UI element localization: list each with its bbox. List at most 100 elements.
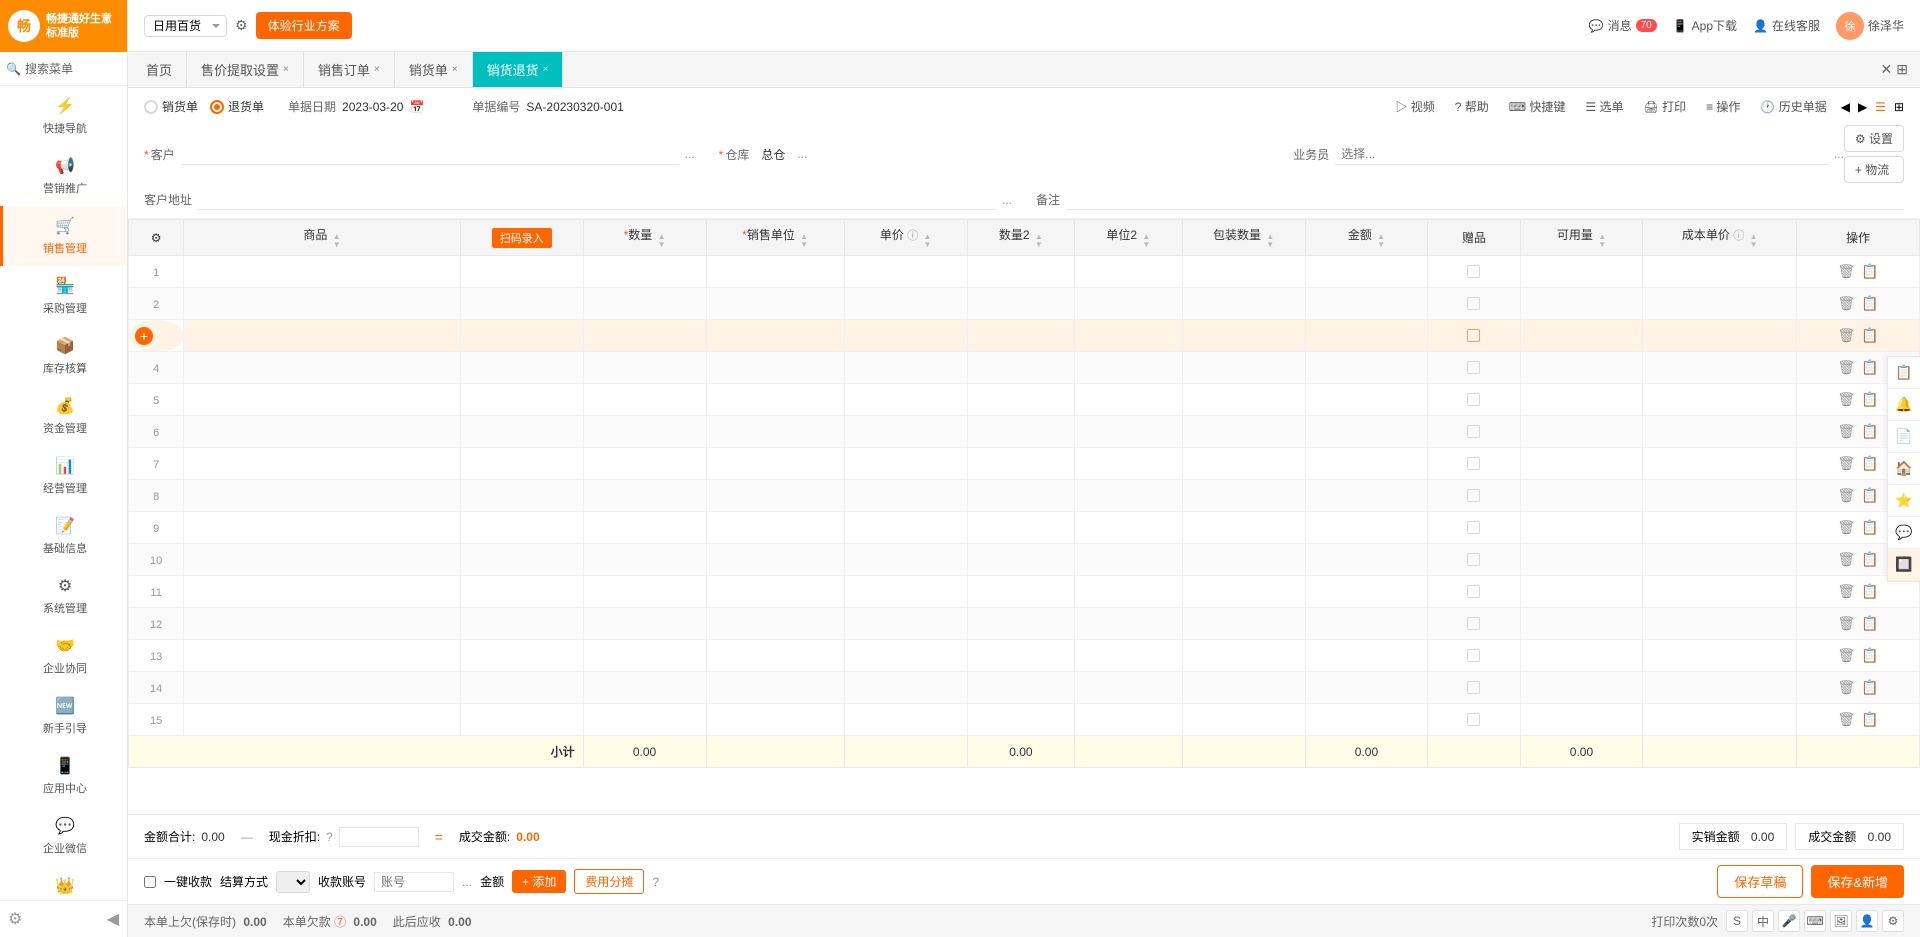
col-qty[interactable]: *数量 ▲▼ — [583, 220, 706, 256]
right-toolbar-item-6[interactable]: 💬 — [1888, 517, 1920, 549]
tab-returns-close[interactable]: × — [543, 64, 549, 75]
message-item[interactable]: 💬 消息 70 — [1589, 17, 1657, 34]
delete-row-14[interactable]: 🗑 — [1837, 679, 1855, 696]
sidebar-item-inventory[interactable]: 📦 库存核算 — [0, 326, 127, 386]
discount-input[interactable] — [339, 827, 419, 847]
bottom-icon-1[interactable]: S — [1726, 910, 1748, 932]
sidebar-item-shortcut[interactable]: ⚡ 快捷导航 — [0, 86, 127, 146]
setting-button[interactable]: ⚙ 设置 — [1844, 125, 1904, 152]
col-unit2[interactable]: 单位2 ▲▼ — [1075, 220, 1183, 256]
delete-row-5[interactable]: 🗑 — [1837, 391, 1855, 408]
copy-row-9[interactable]: 📋 — [1861, 519, 1878, 536]
fee-split-btn[interactable]: 费用分摊 — [574, 869, 644, 894]
col-cost-price[interactable]: 成本单价 ⓘ ▲▼ — [1643, 220, 1797, 256]
grid-view-icon[interactable]: ⊞ — [1894, 100, 1904, 114]
tab-home[interactable]: 首页 — [132, 52, 187, 87]
gift-checkbox-15[interactable] — [1467, 713, 1480, 726]
gift-checkbox-4[interactable] — [1467, 361, 1480, 374]
bottom-icon-7[interactable]: ⚙ — [1882, 910, 1904, 932]
sidebar-item-apps[interactable]: 📱 应用中心 — [0, 746, 127, 806]
sidebar-item-marketing[interactable]: 📢 营销推广 — [0, 146, 127, 206]
settings-icon[interactable]: ⚙ — [8, 909, 22, 929]
copy-row-15[interactable]: 📋 — [1861, 711, 1878, 728]
bottom-icon-4[interactable]: ⌨ — [1804, 910, 1826, 932]
calc-method-select[interactable] — [276, 871, 310, 893]
copy-row-12[interactable]: 📋 — [1861, 615, 1878, 632]
bottom-icon-5[interactable]: 🖼 — [1830, 910, 1852, 932]
bottom-icon-6[interactable]: 👤 — [1856, 910, 1878, 932]
next-icon[interactable]: ▶ — [1858, 100, 1867, 114]
delete-row-1[interactable]: 🗑 — [1837, 263, 1855, 280]
copy-row-1[interactable]: 📋 — [1861, 263, 1878, 280]
copy-row-13[interactable]: 📋 — [1861, 647, 1878, 664]
delete-row-10[interactable]: 🗑 — [1837, 551, 1855, 568]
address-input[interactable] — [198, 189, 996, 210]
save-new-button[interactable]: 保存&新增 — [1811, 865, 1904, 898]
collapse-icon[interactable]: ◀ — [107, 909, 119, 929]
sidebar-item-wechat[interactable]: 💬 企业微信 — [0, 806, 127, 866]
copy-row-7[interactable]: 📋 — [1861, 455, 1878, 472]
col-amount[interactable]: 金额 ▲▼ — [1305, 220, 1428, 256]
tab-sales[interactable]: 销货单 × — [395, 52, 473, 87]
copy-row-11[interactable]: 📋 — [1861, 583, 1878, 600]
col-gift[interactable]: 赠品 — [1428, 220, 1520, 256]
maximize-tab-icon[interactable]: ⊞ — [1896, 61, 1908, 78]
note-input[interactable] — [1066, 189, 1904, 210]
right-toolbar-item-1[interactable]: 📋 — [1888, 357, 1920, 389]
right-toolbar-item-3[interactable]: 📄 — [1888, 421, 1920, 453]
tab-sales-order-close[interactable]: × — [374, 64, 380, 75]
sidebar-item-operations[interactable]: 📊 经营管理 — [0, 446, 127, 506]
gift-checkbox-14[interactable] — [1467, 681, 1480, 694]
col-product[interactable]: 商品 ▲▼ — [184, 220, 460, 256]
bottom-icon-2[interactable]: 中 — [1752, 910, 1774, 932]
radio-sales[interactable]: 销货单 — [144, 98, 198, 115]
copy-row-14[interactable]: 📋 — [1861, 679, 1878, 696]
print-btn[interactable]: 🖨 打印 — [1638, 96, 1693, 117]
tab-price-setting-close[interactable]: × — [283, 64, 289, 75]
scan-btn[interactable]: 扫码录入 — [492, 228, 552, 248]
tab-sales-close[interactable]: × — [452, 64, 458, 75]
right-toolbar-item-7[interactable]: 🔲 — [1888, 549, 1920, 581]
gift-checkbox-11[interactable] — [1467, 585, 1480, 598]
delete-row-13[interactable]: 🗑 — [1837, 647, 1855, 664]
col-sales-unit[interactable]: *销售单位 ▲▼ — [706, 220, 844, 256]
online-service-item[interactable]: 👤 在线客服 — [1753, 17, 1820, 34]
copy-row-10[interactable]: 📋 — [1861, 551, 1878, 568]
experience-button[interactable]: 体验行业方案 — [256, 12, 352, 39]
sidebar-item-enterprise[interactable]: 🤝 企业协同 — [0, 626, 127, 686]
user-item[interactable]: 徐 徐泽华 — [1836, 12, 1904, 40]
bottom-icon-3[interactable]: 🎤 — [1778, 910, 1800, 932]
sidebar-item-guide[interactable]: 🆕 新手引导 — [0, 686, 127, 746]
customer-input[interactable] — [181, 144, 679, 165]
history-btn[interactable]: 🕐 历史单据 — [1754, 96, 1832, 117]
gift-checkbox-2[interactable] — [1467, 297, 1480, 310]
copy-row-5[interactable]: 📋 — [1861, 391, 1878, 408]
gift-checkbox-8[interactable] — [1467, 489, 1480, 502]
right-toolbar-item-4[interactable]: 🏠 — [1888, 453, 1920, 485]
copy-row-8[interactable]: 📋 — [1861, 487, 1878, 504]
shortcut-btn[interactable]: ⌨ 快捷键 — [1503, 96, 1572, 117]
col-scan[interactable]: 扫码录入 — [460, 220, 583, 256]
salesperson-input[interactable] — [1335, 144, 1828, 165]
gift-checkbox-9[interactable] — [1467, 521, 1480, 534]
app-download-item[interactable]: 📱 App下载 — [1673, 17, 1737, 34]
prev-icon[interactable]: ◀ — [1841, 100, 1850, 114]
gift-checkbox-13[interactable] — [1467, 649, 1480, 662]
copy-row-active[interactable]: 📋 — [1861, 327, 1878, 344]
tab-price-setting[interactable]: 售价提取设置 × — [187, 52, 304, 87]
col-setting[interactable]: ⚙ — [129, 220, 184, 256]
col-price[interactable]: 单价 ⓘ ▲▼ — [844, 220, 967, 256]
discount-help-icon[interactable]: ? — [326, 830, 333, 844]
topbar-gear-icon[interactable]: ⚙ — [235, 17, 248, 34]
gift-checkbox-active[interactable] — [1467, 329, 1480, 342]
operation-btn[interactable]: ≡ 操作 — [1700, 96, 1746, 117]
delete-row-active[interactable]: 🗑 — [1837, 327, 1855, 344]
select-btn[interactable]: ☰ 选单 — [1579, 96, 1629, 117]
delete-row-6[interactable]: 🗑 — [1837, 423, 1855, 440]
sidebar-item-basic[interactable]: 📝 基础信息 — [0, 506, 127, 566]
gift-checkbox-5[interactable] — [1467, 393, 1480, 406]
calendar-icon[interactable]: 📅 — [409, 100, 424, 114]
save-draft-button[interactable]: 保存草稿 — [1717, 865, 1803, 898]
copy-row-4[interactable]: 📋 — [1861, 359, 1878, 376]
delete-row-15[interactable]: 🗑 — [1837, 711, 1855, 728]
